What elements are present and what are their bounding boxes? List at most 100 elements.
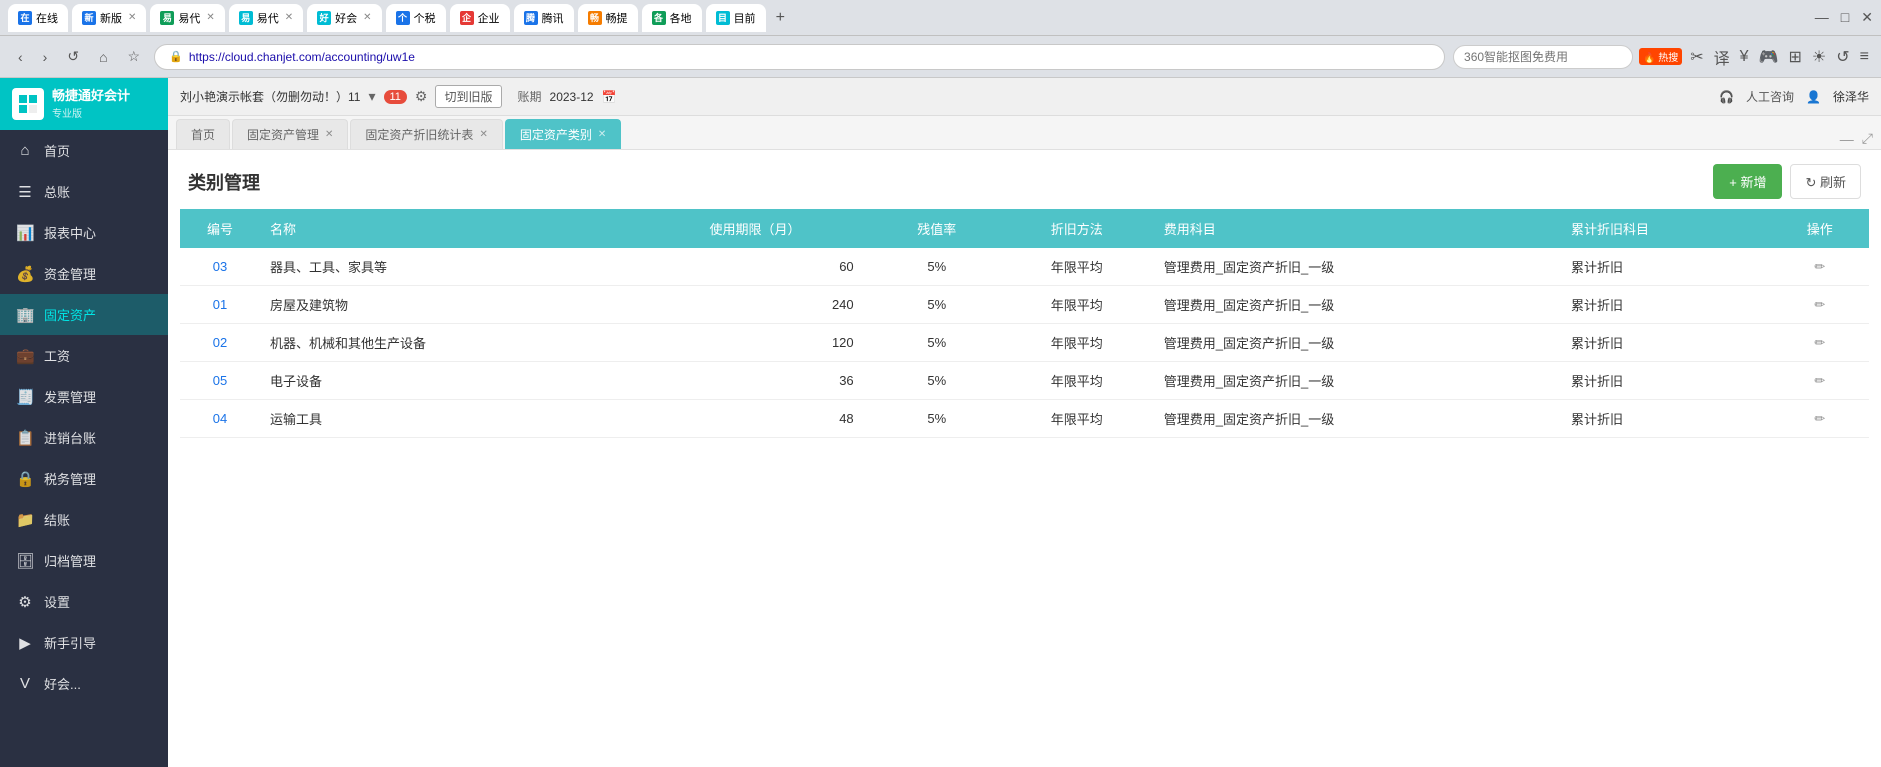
table-header-row: 编号 名称 使用期限（月） 残值率 折旧方法 费用科目 累计折旧科目 操作 bbox=[180, 209, 1869, 248]
tab-depreciation-table[interactable]: 固定资产折旧统计表 ✕ bbox=[350, 119, 502, 149]
cell-expense: 管理费用_固定资产折旧_一级 bbox=[1154, 400, 1561, 438]
sidebar-item-purchases[interactable]: 📋 进销台账 bbox=[0, 417, 168, 458]
reload-button[interactable]: ↺ bbox=[61, 44, 85, 69]
logo-title: 畅捷通好会计 bbox=[52, 88, 130, 105]
tab-asset-category[interactable]: 固定资产类别 ✕ bbox=[505, 119, 621, 149]
sidebar-item-label: 归档管理 bbox=[44, 551, 96, 570]
right-panel: 刘小艳演示帐套（勿删勿动！）11 ▾ 11 ⚙ 切到旧版 账期 2023-12 … bbox=[168, 78, 1881, 767]
new-tab-button[interactable]: + bbox=[776, 9, 785, 27]
browser-tab-haohui[interactable]: 好 好会 ✕ bbox=[307, 4, 381, 32]
cell-period: 240 bbox=[636, 286, 873, 324]
browser-tab-yidai1[interactable]: 易 易代 ✕ bbox=[150, 4, 224, 32]
browser-search-input[interactable] bbox=[1453, 45, 1633, 69]
cell-accumulated: 累计折旧 bbox=[1561, 362, 1771, 400]
back-button[interactable]: ‹ bbox=[12, 45, 29, 69]
sidebar-item-reports[interactable]: 📊 报表中心 bbox=[0, 212, 168, 253]
tab-icon-tengxun: 腾 bbox=[524, 11, 538, 25]
edit-icon[interactable]: ✏ bbox=[1814, 373, 1825, 388]
ledger-icon: ☰ bbox=[16, 183, 34, 201]
col-header-rate: 残值率 bbox=[874, 209, 1000, 248]
cell-method: 年限平均 bbox=[1000, 362, 1154, 400]
account-settings-button[interactable]: ⚙ bbox=[415, 88, 428, 105]
edit-icon[interactable]: ✏ bbox=[1814, 259, 1825, 274]
old-version-button[interactable]: 切到旧版 bbox=[435, 85, 501, 108]
close-icon[interactable]: ✕ bbox=[479, 129, 487, 140]
service-icon: 🎧 bbox=[1719, 90, 1734, 104]
close-icon[interactable]: ✕ bbox=[598, 129, 606, 140]
sidebar-item-settings[interactable]: ⚙ 设置 bbox=[0, 581, 168, 622]
history-icon[interactable]: ↺ bbox=[1836, 47, 1849, 67]
tab-label-changtui: 畅提 bbox=[606, 10, 628, 26]
sidebar-item-funds[interactable]: 💰 资金管理 bbox=[0, 253, 168, 294]
sidebar-item-invoice[interactable]: 🧾 发票管理 bbox=[0, 376, 168, 417]
tab-icon-muqian: 目 bbox=[716, 11, 730, 25]
sidebar-item-payroll[interactable]: 💼 工资 bbox=[0, 335, 168, 376]
scissors-icon[interactable]: ✂ bbox=[1690, 47, 1703, 67]
sidebar-item-closing[interactable]: 📁 结账 bbox=[0, 499, 168, 540]
cell-code: 05 bbox=[180, 362, 260, 400]
game-icon[interactable]: 🎮 bbox=[1759, 47, 1779, 67]
browser-tab-new[interactable]: 新 新版 ✕ bbox=[72, 4, 146, 32]
close-icon[interactable]: ✕ bbox=[363, 12, 371, 23]
payroll-icon: 💼 bbox=[16, 347, 34, 365]
sidebar-item-extra[interactable]: V 好会... bbox=[0, 663, 168, 704]
brightness-icon[interactable]: ☀ bbox=[1812, 47, 1826, 67]
tab-fixed-assets-management[interactable]: 固定资产管理 ✕ bbox=[232, 119, 348, 149]
edit-icon[interactable]: ✏ bbox=[1814, 335, 1825, 350]
url-bar[interactable]: 🔒 https://cloud.chanjet.com/accounting/u… bbox=[154, 44, 1445, 70]
edit-icon[interactable]: ✏ bbox=[1814, 411, 1825, 426]
hot-tag: 🔥 热搜 bbox=[1639, 48, 1682, 65]
tab-home[interactable]: 首页 bbox=[176, 119, 230, 149]
refresh-button[interactable]: ↻ 刷新 bbox=[1790, 164, 1861, 199]
settings-gear-button[interactable]: ▾ bbox=[368, 88, 375, 105]
browser-tab-online[interactable]: 在 在线 bbox=[8, 4, 68, 32]
browser-tab-qiye[interactable]: 企 企业 bbox=[450, 4, 510, 32]
maximize-button[interactable]: □ bbox=[1841, 9, 1849, 26]
url-text: https://cloud.chanjet.com/accounting/uw1… bbox=[189, 50, 415, 64]
browser-tab-geshui[interactable]: 个 个税 bbox=[386, 4, 446, 32]
close-icon[interactable]: ✕ bbox=[128, 12, 136, 23]
translate-icon[interactable]: 译 bbox=[1714, 45, 1730, 69]
tab-expand-icon[interactable]: ⤢ bbox=[1862, 130, 1873, 147]
sidebar-item-fixed-assets[interactable]: 🏢 固定资产 bbox=[0, 294, 168, 335]
close-icon[interactable]: ✕ bbox=[285, 12, 293, 23]
browser-tab-muqian[interactable]: 目 目前 bbox=[706, 4, 766, 32]
service-label[interactable]: 人工咨询 bbox=[1746, 88, 1794, 105]
edit-icon[interactable]: ✏ bbox=[1814, 297, 1825, 312]
sidebar-item-label: 新手引导 bbox=[44, 633, 96, 652]
tab-label-qiye: 企业 bbox=[478, 10, 500, 26]
cell-action: ✏ bbox=[1771, 286, 1869, 324]
calendar-icon[interactable]: 📅 bbox=[602, 90, 617, 104]
sidebar-item-guide[interactable]: ▶ 新手引导 bbox=[0, 622, 168, 663]
sidebar: 畅捷通好会计 专业版 ⌂ 首页 ☰ 总账 📊 报表中心 💰 资金管理 🏢 固定资… bbox=[0, 78, 168, 767]
browser-tab-tengxun[interactable]: 腾 腾讯 bbox=[514, 4, 574, 32]
fixed-assets-icon: 🏢 bbox=[16, 306, 34, 324]
col-header-name: 名称 bbox=[260, 209, 636, 248]
content-header: 类别管理 + 新增 ↻ 刷新 bbox=[168, 150, 1881, 209]
browser-tab-changtui[interactable]: 畅 畅提 bbox=[578, 4, 638, 32]
home-icon: ⌂ bbox=[16, 142, 34, 159]
bookmark-button[interactable]: ☆ bbox=[122, 44, 147, 69]
close-icon[interactable]: ✕ bbox=[325, 129, 333, 140]
home-button[interactable]: ⌂ bbox=[93, 45, 113, 69]
grid-icon[interactable]: ⊞ bbox=[1789, 47, 1802, 67]
add-button[interactable]: + 新增 bbox=[1713, 164, 1782, 199]
search-area: 🔥 热搜 bbox=[1453, 45, 1682, 69]
menu-icon[interactable]: ≡ bbox=[1860, 48, 1869, 66]
account-name: 刘小艳演示帐套（勿删勿动！）11 bbox=[180, 88, 360, 105]
sidebar-item-home[interactable]: ⌂ 首页 bbox=[0, 130, 168, 171]
tab-minimize-icon[interactable]: — bbox=[1840, 131, 1854, 147]
close-browser-button[interactable]: ✕ bbox=[1861, 9, 1873, 26]
sidebar-item-archive[interactable]: 🗄 归档管理 bbox=[0, 540, 168, 581]
minimize-button[interactable]: — bbox=[1815, 9, 1829, 26]
close-icon[interactable]: ✕ bbox=[206, 12, 214, 23]
sidebar-item-ledger[interactable]: ☰ 总账 bbox=[0, 171, 168, 212]
tab-icon-online: 在 bbox=[18, 11, 32, 25]
forward-button[interactable]: › bbox=[37, 45, 54, 69]
browser-tab-yidai2[interactable]: 易 易代 ✕ bbox=[229, 4, 303, 32]
tab-icon-qiye: 企 bbox=[460, 11, 474, 25]
sidebar-item-tax[interactable]: 🔒 税务管理 bbox=[0, 458, 168, 499]
browser-tab-gedi[interactable]: 各 各地 bbox=[642, 4, 702, 32]
col-header-action: 操作 bbox=[1771, 209, 1869, 248]
coin-icon[interactable]: ¥ bbox=[1740, 48, 1749, 66]
